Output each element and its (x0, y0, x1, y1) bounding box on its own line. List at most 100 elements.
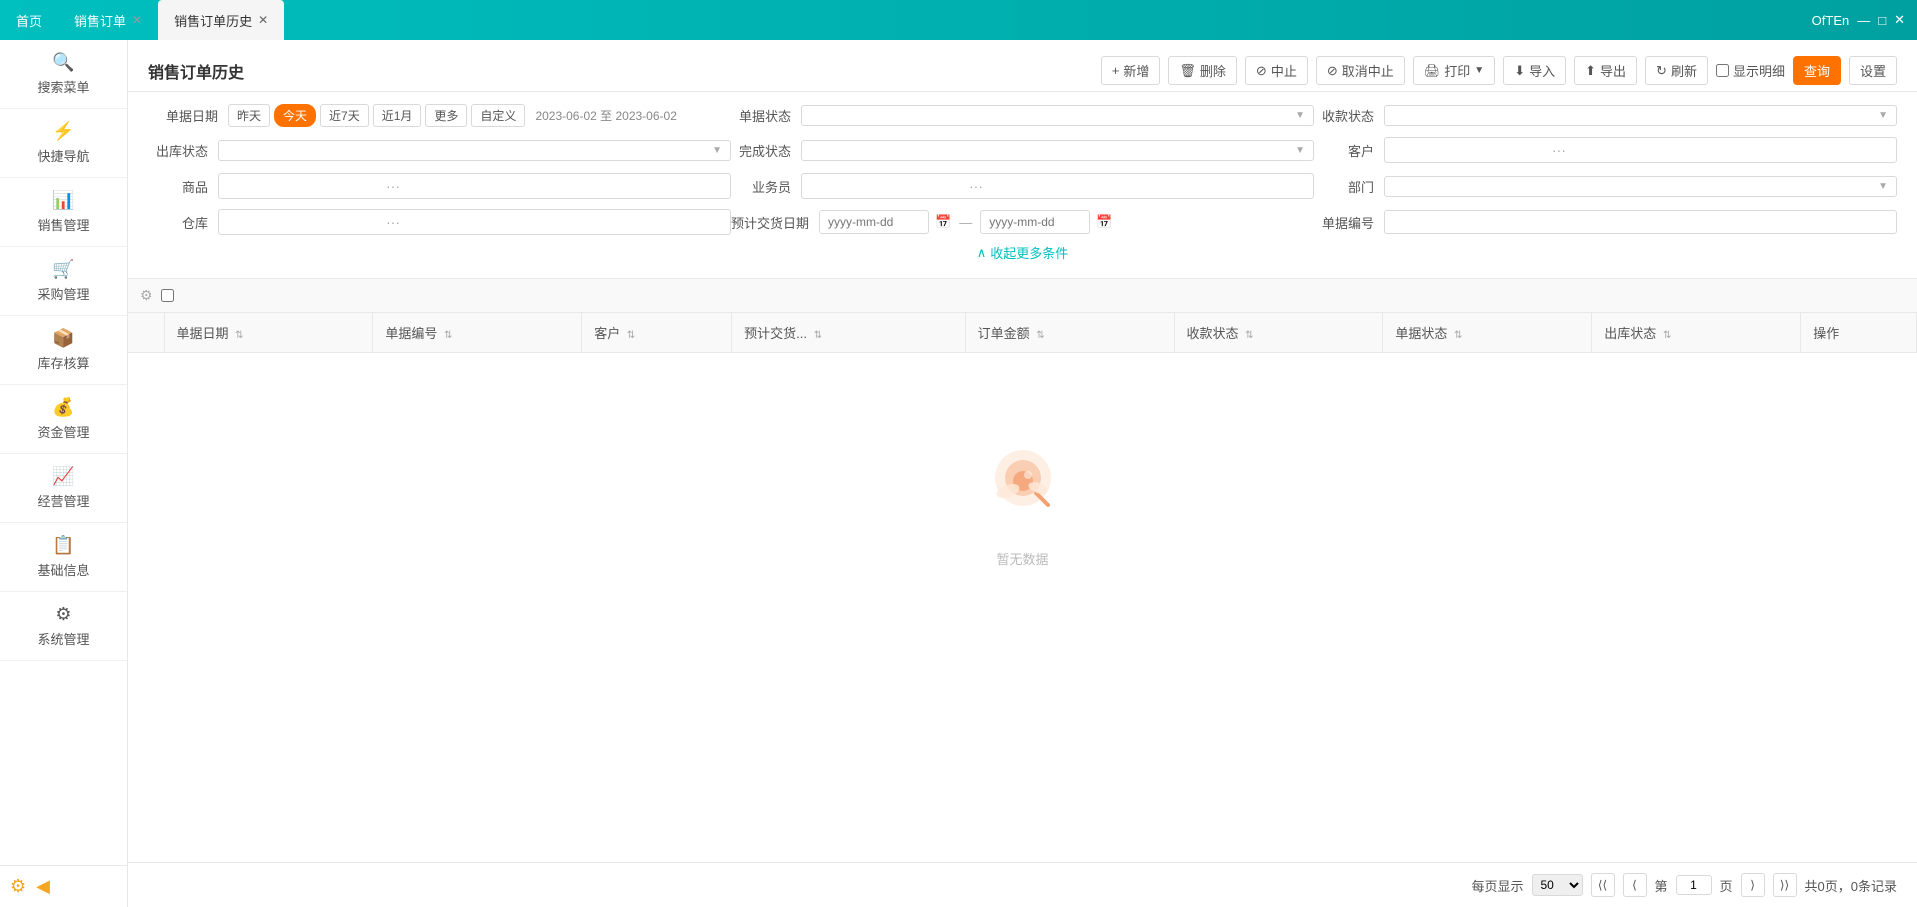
date-btn-yesterday[interactable]: 昨天 (228, 104, 270, 127)
import-button[interactable]: ⬇ 导入 (1503, 56, 1566, 85)
dept-select[interactable]: ▼ (1384, 176, 1897, 197)
th-out-status-sort-icon: ⇅ (1663, 330, 1671, 341)
customer-input[interactable] (1393, 143, 1548, 157)
salesman-more-icon[interactable]: ··· (965, 178, 987, 194)
refresh-label: 刷新 (1671, 61, 1697, 80)
tab-sales-order[interactable]: 销售订单 ✕ (58, 0, 158, 40)
bill-status-select[interactable]: ▼ (801, 105, 1314, 126)
select-all-checkbox[interactable] (161, 289, 174, 302)
filter-bill-no-section: 单据编号 (1314, 210, 1897, 234)
filter-customer-section: 客户 ··· (1314, 137, 1897, 163)
page-input[interactable] (1676, 875, 1712, 895)
cal-to-icon[interactable]: 📅 (1096, 214, 1112, 230)
th-receipt-status[interactable]: 收款状态 ⇅ (1174, 313, 1383, 353)
table-toolbar: ⚙ (128, 279, 1917, 313)
sidebar-item-purchase[interactable]: 🛒 采购管理 (0, 247, 127, 316)
refresh-icon: ↻ (1656, 63, 1667, 79)
bill-no-input[interactable] (1393, 215, 1548, 229)
sidebar-collapse-icon[interactable]: ◀ (36, 876, 50, 897)
sidebar-settings-icon[interactable]: ⚙ (10, 876, 26, 897)
first-page-btn[interactable]: ⟨⟨ (1591, 873, 1615, 897)
cancel-stop-button[interactable]: ⊘ 取消中止 (1316, 56, 1405, 85)
prev-page-btn[interactable]: ⟨ (1623, 873, 1647, 897)
date-btn-custom[interactable]: 自定义 (471, 104, 525, 127)
sidebar-item-operations[interactable]: 📈 经营管理 (0, 454, 127, 523)
tab-sales-order-history[interactable]: 销售订单历史 ✕ (158, 0, 284, 40)
th-out-status[interactable]: 出库状态 ⇅ (1592, 313, 1801, 353)
th-amount[interactable]: 订单金额 ⇅ (965, 313, 1174, 353)
filter-bill-status-section: 单据状态 ▼ (731, 105, 1314, 126)
close-btn[interactable]: ✕ (1894, 12, 1905, 28)
th-bill-status[interactable]: 单据状态 ⇅ (1383, 313, 1592, 353)
date-btn-today[interactable]: 今天 (274, 104, 316, 127)
salesman-input[interactable] (810, 179, 965, 193)
goods-more-icon[interactable]: ··· (382, 178, 404, 194)
collapse-btn[interactable]: ∧ 收起更多条件 (148, 239, 1897, 266)
data-table: 单据日期 ⇅ 单据编号 ⇅ 客户 ⇅ 预计交货... (128, 313, 1917, 353)
sidebar-item-sales[interactable]: 📊 销售管理 (0, 178, 127, 247)
th-date[interactable]: 单据日期 ⇅ (164, 313, 373, 353)
display-toggle[interactable]: 显示明细 (1716, 61, 1785, 80)
th-expected-date[interactable]: 预计交货... ⇅ (732, 313, 965, 353)
th-actions-label: 操作 (1813, 326, 1839, 341)
per-page-select[interactable]: 50 10 20 100 (1532, 874, 1583, 896)
filter-expected-date-section: 预计交货日期 📅 — 📅 (731, 210, 1314, 234)
delete-button[interactable]: 🗑 删除 (1168, 56, 1237, 85)
last-page-btn[interactable]: ⟩⟩ (1773, 873, 1797, 897)
date-btn-1month[interactable]: 近1月 (373, 104, 422, 127)
sidebar-item-system[interactable]: ⚙ 系统管理 (0, 592, 127, 661)
stop-icon: ⊘ (1256, 63, 1267, 79)
th-no[interactable]: 单据编号 ⇅ (373, 313, 582, 353)
print-button[interactable]: 🖨 打印 ▼ (1413, 56, 1495, 85)
sidebar-bottom: ⚙ ◀ (0, 865, 127, 907)
filter-row-3: 商品 ··· 业务员 ··· 部门 (148, 173, 1897, 199)
collapse-text: 收起更多条件 (990, 243, 1068, 262)
refresh-button[interactable]: ↻ 刷新 (1645, 56, 1708, 85)
date-btn-7days[interactable]: 近7天 (320, 104, 369, 127)
warehouse-input[interactable] (227, 215, 382, 229)
tab-sales-order-history-close[interactable]: ✕ (258, 13, 268, 27)
filter-warehouse-section: 仓库 ··· (148, 209, 731, 235)
th-date-sort-icon: ⇅ (235, 330, 243, 341)
date-sep: — (959, 215, 972, 230)
display-toggle-checkbox[interactable] (1716, 64, 1729, 77)
th-no-sort-icon: ⇅ (444, 330, 452, 341)
th-receipt-status-label: 收款状态 (1187, 326, 1239, 341)
complete-status-select[interactable]: ▼ (801, 140, 1314, 161)
cancel-stop-icon: ⊘ (1327, 63, 1338, 79)
query-button[interactable]: 查询 (1793, 56, 1841, 85)
new-button[interactable]: + 新增 (1101, 56, 1161, 85)
date-to-input[interactable] (980, 210, 1090, 234)
table-settings-icon[interactable]: ⚙ (140, 287, 153, 304)
export-button[interactable]: ⬆ 导出 (1574, 56, 1637, 85)
th-customer[interactable]: 客户 ⇅ (582, 313, 732, 353)
sidebar-item-search[interactable]: 🔍 搜索菜单 (0, 40, 127, 109)
cal-from-icon[interactable]: 📅 (935, 214, 951, 230)
customer-more-icon[interactable]: ··· (1548, 142, 1570, 158)
salesman-label: 业务员 (731, 177, 801, 196)
sidebar-item-quick-nav[interactable]: ⚡ 快捷导航 (0, 109, 127, 178)
sidebar-item-finance[interactable]: 💰 资金管理 (0, 385, 127, 454)
tab-sales-order-close[interactable]: ✕ (132, 13, 142, 27)
sidebar-item-base-info[interactable]: 📋 基础信息 (0, 523, 127, 592)
out-status-select[interactable]: ▼ (218, 140, 731, 161)
receipt-status-select[interactable]: ▼ (1384, 105, 1897, 126)
dept-label: 部门 (1314, 177, 1384, 196)
filter-area: 单据日期 昨天 今天 近7天 近1月 更多 自定义 2023-06-02 至 2… (128, 92, 1917, 279)
goods-input[interactable] (227, 179, 382, 193)
th-expected-date-sort-icon: ⇅ (814, 330, 822, 341)
settings-button[interactable]: 设置 (1849, 56, 1897, 85)
minimize-btn[interactable]: — (1857, 13, 1870, 28)
new-label: 新增 (1123, 61, 1149, 80)
tab-home[interactable]: 首页 (0, 0, 58, 40)
date-value: 昨天 今天 近7天 近1月 更多 自定义 2023-06-02 至 2023-0… (228, 104, 731, 127)
total-text: 共0页，0条记录 (1805, 876, 1897, 895)
next-page-btn[interactable]: ⟩ (1741, 873, 1765, 897)
stop-button[interactable]: ⊘ 中止 (1245, 56, 1308, 85)
date-from-input[interactable] (819, 210, 929, 234)
warehouse-label: 仓库 (148, 213, 218, 232)
maximize-btn[interactable]: □ (1878, 13, 1886, 28)
date-btn-more[interactable]: 更多 (425, 104, 467, 127)
sidebar-item-inventory[interactable]: 📦 库存核算 (0, 316, 127, 385)
warehouse-more-icon[interactable]: ··· (382, 214, 404, 230)
